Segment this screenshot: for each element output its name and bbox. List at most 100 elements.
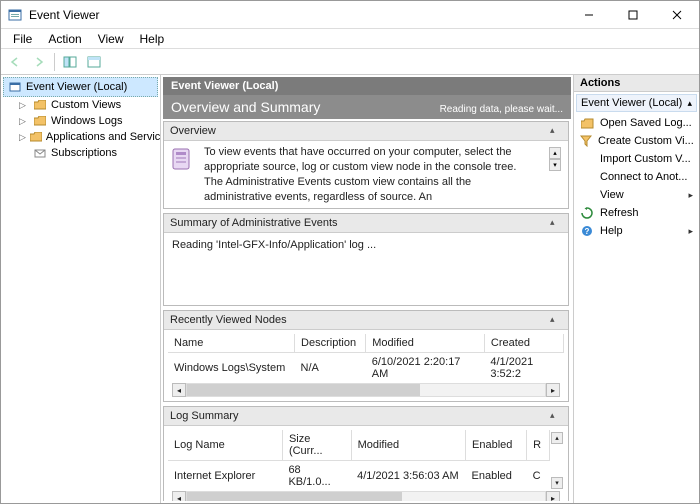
- scroll-right-icon[interactable]: ▸: [546, 383, 560, 397]
- cell-size: 68 KB/1.0...: [282, 461, 351, 492]
- recent-nodes-body: Name Description Modified Created Window…: [164, 330, 568, 401]
- cell-name: Windows Logs\System: [168, 353, 295, 384]
- overview-header[interactable]: Overview ▴: [164, 122, 568, 141]
- log-summary-h-scrollbar[interactable]: ◂ ▸: [168, 491, 564, 501]
- action-create-custom-view[interactable]: Create Custom Vi...: [574, 132, 699, 150]
- action-label: Help: [600, 225, 623, 237]
- maximize-button[interactable]: [611, 1, 655, 28]
- action-connect-another[interactable]: Connect to Anot...: [574, 168, 699, 186]
- back-button[interactable]: [4, 51, 26, 73]
- help-icon: ?: [580, 225, 594, 237]
- action-label: View: [600, 189, 624, 201]
- app-icon: [7, 7, 23, 23]
- collapse-icon[interactable]: ▴: [550, 125, 562, 137]
- tree-root[interactable]: Event Viewer (Local): [3, 77, 158, 97]
- tree-item-custom-views[interactable]: ▷ Custom Views: [1, 97, 160, 113]
- recent-h-scrollbar[interactable]: ◂ ▸: [168, 383, 564, 401]
- table-header-row: Log Name Size (Curr... Modified Enabled …: [168, 430, 550, 461]
- collapse-icon[interactable]: ▴: [550, 314, 562, 326]
- cell-created: 4/1/2021 3:52:2: [484, 353, 563, 384]
- window-title: Event Viewer: [29, 8, 567, 22]
- scroll-up-icon[interactable]: ▴: [551, 432, 563, 444]
- collapse-icon[interactable]: ▴: [687, 98, 692, 109]
- scroll-down-icon[interactable]: ▾: [551, 477, 563, 489]
- scroll-track[interactable]: [186, 383, 546, 397]
- scroll-up-icon[interactable]: ▴: [549, 147, 561, 159]
- menu-action[interactable]: Action: [40, 30, 89, 48]
- forward-button[interactable]: [28, 51, 50, 73]
- scroll-thumb[interactable]: [187, 492, 402, 501]
- actions-context[interactable]: Event Viewer (Local) ▴: [576, 94, 697, 112]
- table-row[interactable]: Internet Explorer 68 KB/1.0... 4/1/2021 …: [168, 461, 550, 492]
- overview-header-label: Overview: [170, 125, 216, 137]
- tree-item-subscriptions[interactable]: Subscriptions: [1, 145, 160, 161]
- menu-help[interactable]: Help: [132, 30, 173, 48]
- action-label: Open Saved Log...: [600, 117, 692, 129]
- folder-open-icon: [580, 118, 594, 129]
- col-size[interactable]: Size (Curr...: [282, 430, 351, 461]
- scroll-left-icon[interactable]: ◂: [172, 383, 186, 397]
- recent-nodes-header-label: Recently Viewed Nodes: [170, 314, 287, 326]
- table-row[interactable]: Windows Logs\System N/A 6/10/2021 2:20:1…: [168, 353, 564, 384]
- log-summary-v-scrollbar[interactable]: ▴ ▾: [550, 430, 564, 491]
- expand-icon[interactable]: ▷: [19, 132, 26, 143]
- overview-scrollbar[interactable]: ▴ ▾: [548, 145, 562, 173]
- window-controls: [567, 1, 699, 28]
- col-retention[interactable]: R: [527, 430, 550, 461]
- action-open-saved-log[interactable]: Open Saved Log...: [574, 114, 699, 132]
- cell-enabled: Enabled: [466, 461, 527, 492]
- expand-icon[interactable]: ▷: [19, 100, 29, 111]
- close-button[interactable]: [655, 1, 699, 28]
- submenu-icon: ▸: [688, 190, 693, 201]
- log-summary-header[interactable]: Log Summary ▴: [164, 407, 568, 426]
- panel-stack[interactable]: Overview ▴ To view events that have occu…: [163, 119, 571, 501]
- folder-icon: [33, 98, 47, 112]
- action-view[interactable]: View ▸: [574, 186, 699, 204]
- minimize-button[interactable]: [567, 1, 611, 28]
- show-hide-tree-button[interactable]: [59, 51, 81, 73]
- actions-pane: Actions Event Viewer (Local) ▴ Open Save…: [573, 75, 699, 503]
- scroll-right-icon[interactable]: ▸: [546, 491, 560, 501]
- menu-bar: File Action View Help: [1, 29, 699, 49]
- scroll-thumb[interactable]: [187, 384, 420, 396]
- col-modified[interactable]: Modified: [366, 334, 485, 353]
- scroll-left-icon[interactable]: ◂: [172, 491, 186, 501]
- scroll-track[interactable]: [186, 491, 546, 501]
- summary-admin-header[interactable]: Summary of Administrative Events ▴: [164, 214, 568, 233]
- col-modified[interactable]: Modified: [351, 430, 465, 461]
- summary-admin-reading: Reading 'Intel-GFX-Info/Application' log…: [172, 239, 376, 251]
- console-tree[interactable]: Event Viewer (Local) ▷ Custom Views ▷ Wi…: [1, 75, 161, 503]
- log-summary-body: Log Name Size (Curr... Modified Enabled …: [164, 426, 568, 501]
- cell-retention: C: [527, 461, 550, 492]
- funnel-icon: [580, 135, 592, 147]
- menu-file[interactable]: File: [5, 30, 40, 48]
- action-import-custom-view[interactable]: Import Custom V...: [574, 150, 699, 168]
- collapse-icon[interactable]: ▴: [550, 217, 562, 229]
- col-created[interactable]: Created: [484, 334, 563, 353]
- recent-nodes-table[interactable]: Name Description Modified Created Window…: [168, 334, 564, 383]
- scroll-down-icon[interactable]: ▾: [549, 159, 561, 171]
- expand-icon[interactable]: ▷: [19, 116, 29, 127]
- tree-item-windows-logs[interactable]: ▷ Windows Logs: [1, 113, 160, 129]
- log-summary-header-label: Log Summary: [170, 410, 238, 422]
- log-summary-table[interactable]: Log Name Size (Curr... Modified Enabled …: [168, 430, 550, 491]
- tree-item-apps-services[interactable]: ▷ Applications and Services Lo: [1, 129, 160, 145]
- tree-item-label: Custom Views: [51, 99, 121, 111]
- subscriptions-icon: [33, 146, 47, 160]
- col-enabled[interactable]: Enabled: [466, 430, 527, 461]
- summary-admin-group: Summary of Administrative Events ▴ Readi…: [163, 213, 569, 306]
- col-name[interactable]: Name: [168, 334, 295, 353]
- action-refresh[interactable]: Refresh: [574, 204, 699, 222]
- properties-button[interactable]: [83, 51, 105, 73]
- table-header-row: Name Description Modified Created: [168, 334, 564, 353]
- col-desc[interactable]: Description: [295, 334, 366, 353]
- collapse-icon[interactable]: ▴: [550, 410, 562, 422]
- overview-icon: [170, 145, 194, 173]
- menu-view[interactable]: View: [90, 30, 132, 48]
- recent-nodes-header[interactable]: Recently Viewed Nodes ▴: [164, 311, 568, 330]
- view-icon: [580, 189, 594, 201]
- center-subtitle-bar: Overview and Summary Reading data, pleas…: [163, 95, 571, 119]
- action-help[interactable]: ? Help ▸: [574, 222, 699, 240]
- cell-modified: 4/1/2021 3:56:03 AM: [351, 461, 465, 492]
- col-logname[interactable]: Log Name: [168, 430, 282, 461]
